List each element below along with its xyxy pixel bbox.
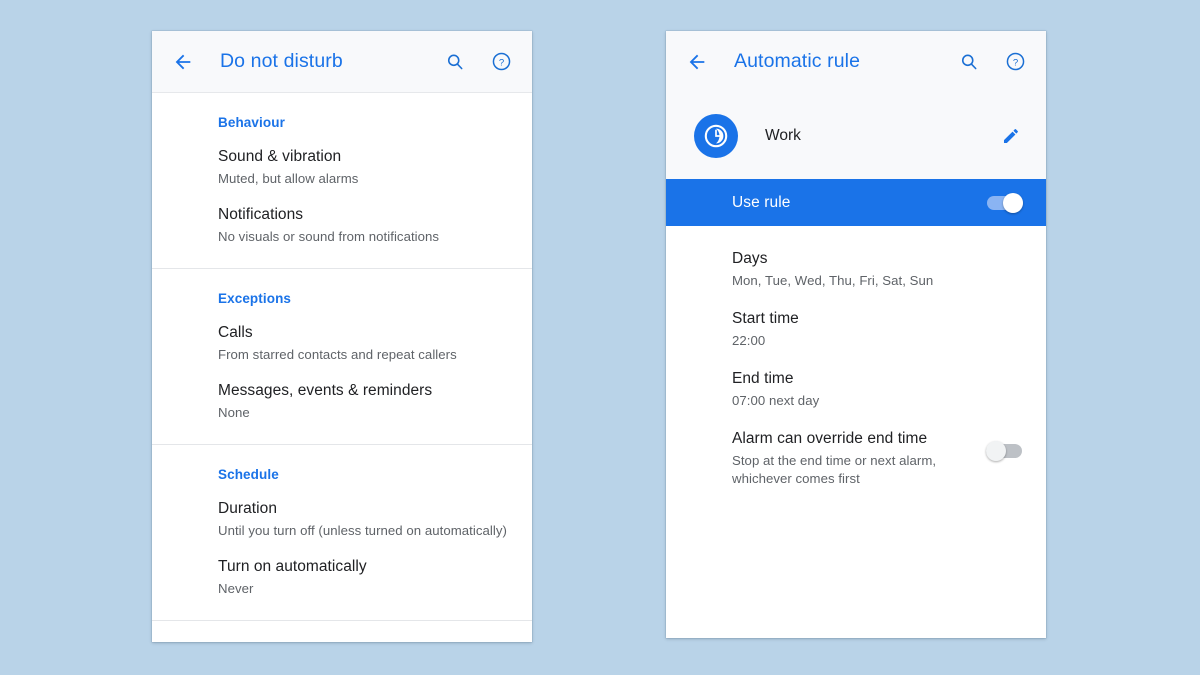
list-item-title: Turn on automatically xyxy=(218,558,367,575)
list-item-subtitle: 07:00 next day xyxy=(732,393,820,408)
svg-text:?: ? xyxy=(1012,57,1017,68)
list-item-title: Days xyxy=(732,250,768,267)
list-item-title: Duration xyxy=(218,500,277,517)
page-title: Do not disturb xyxy=(220,50,343,72)
do-not-disturb-screen: Do not disturb ? Behaviour Sound & vibra… xyxy=(152,31,532,642)
list-item-title: Sound & vibration xyxy=(218,148,342,165)
list-item-subtitle: No visuals or sound from notifications xyxy=(218,229,440,244)
section-exceptions: Exceptions Calls From starred contacts a… xyxy=(152,269,532,444)
section-header: Behaviour xyxy=(218,115,285,130)
list-item-subtitle: Mon, Tue, Wed, Thu, Fri, Sat, Sun xyxy=(732,273,934,288)
rule-name: Work xyxy=(765,126,801,144)
bottom-spacer xyxy=(152,621,532,638)
svg-text:?: ? xyxy=(498,57,503,68)
list-item-subtitle: From starred contacts and repeat callers xyxy=(218,347,457,362)
screen: Do not disturb ? Behaviour Sound & vibra… xyxy=(0,0,1200,675)
search-icon[interactable] xyxy=(440,47,470,77)
edit-pencil-icon[interactable] xyxy=(996,121,1026,151)
rule-settings-list: Days Mon, Tue, Wed, Thu, Fri, Sat, Sun S… xyxy=(666,226,1046,488)
list-item-start-time[interactable]: Start time 22:00 xyxy=(666,290,1046,350)
list-item-subtitle: 22:00 xyxy=(732,333,766,348)
use-rule-label: Use rule xyxy=(732,193,791,211)
toggle-thumb xyxy=(1003,192,1023,213)
section-header: Exceptions xyxy=(218,291,292,306)
right-app-bar: Automatic rule ? xyxy=(666,31,1046,92)
list-item-end-time[interactable]: End time 07:00 next day xyxy=(666,350,1046,410)
list-item-title: Calls xyxy=(218,324,253,341)
list-item-subtitle: None xyxy=(218,405,250,420)
use-rule-toggle[interactable] xyxy=(987,192,1023,213)
help-icon[interactable]: ? xyxy=(1000,47,1030,77)
section-behaviour: Behaviour Sound & vibration Muted, but a… xyxy=(152,93,532,268)
alarm-override-toggle[interactable] xyxy=(986,441,1022,461)
list-item-subtitle: Stop at the end time or next alarm, whic… xyxy=(732,453,937,486)
back-arrow-icon[interactable] xyxy=(168,47,198,77)
list-item-sound-vibration[interactable]: Sound & vibration Muted, but allow alarm… xyxy=(152,130,532,188)
list-item-alarm-can-override-end-time[interactable]: Alarm can override end time Stop at the … xyxy=(666,410,1046,488)
list-item-subtitle: Until you turn off (unless turned on aut… xyxy=(218,523,507,538)
toggle-thumb xyxy=(986,441,1006,461)
list-item-title: Start time xyxy=(732,310,799,327)
list-item-title: Notifications xyxy=(218,206,304,223)
list-item-duration[interactable]: Duration Until you turn off (unless turn… xyxy=(152,482,532,540)
list-item-notifications[interactable]: Notifications No visuals or sound from n… xyxy=(152,188,532,246)
list-item-subtitle: Never xyxy=(218,581,254,596)
search-icon[interactable] xyxy=(954,47,984,77)
help-icon[interactable]: ? xyxy=(486,47,516,77)
left-app-bar: Do not disturb ? xyxy=(152,31,532,92)
list-item-title: End time xyxy=(732,370,794,387)
list-item-title: Messages, events & reminders xyxy=(218,382,433,399)
list-item-calls[interactable]: Calls From starred contacts and repeat c… xyxy=(152,306,532,364)
list-item-days[interactable]: Days Mon, Tue, Wed, Thu, Fri, Sat, Sun xyxy=(666,230,1046,290)
use-rule-row[interactable]: Use rule xyxy=(666,179,1046,226)
do-not-disturb-clock-icon xyxy=(694,113,738,158)
rule-header: Work xyxy=(666,92,1046,179)
list-item-subtitle: Muted, but allow alarms xyxy=(218,171,359,186)
page-title: Automatic rule xyxy=(734,50,861,72)
list-item-turn-on-automatically[interactable]: Turn on automatically Never xyxy=(152,540,532,598)
section-schedule: Schedule Duration Until you turn off (un… xyxy=(152,445,532,620)
section-header: Schedule xyxy=(218,467,279,482)
back-arrow-icon[interactable] xyxy=(682,47,712,77)
list-item-messages-events-reminders[interactable]: Messages, events & reminders None xyxy=(152,364,532,422)
alarm-override-text: Alarm can override end time Stop at the … xyxy=(732,429,986,488)
automatic-rule-screen: Automatic rule ? Work Use rule Days Mon,… xyxy=(666,31,1046,638)
list-item-title: Alarm can override end time xyxy=(732,430,928,447)
